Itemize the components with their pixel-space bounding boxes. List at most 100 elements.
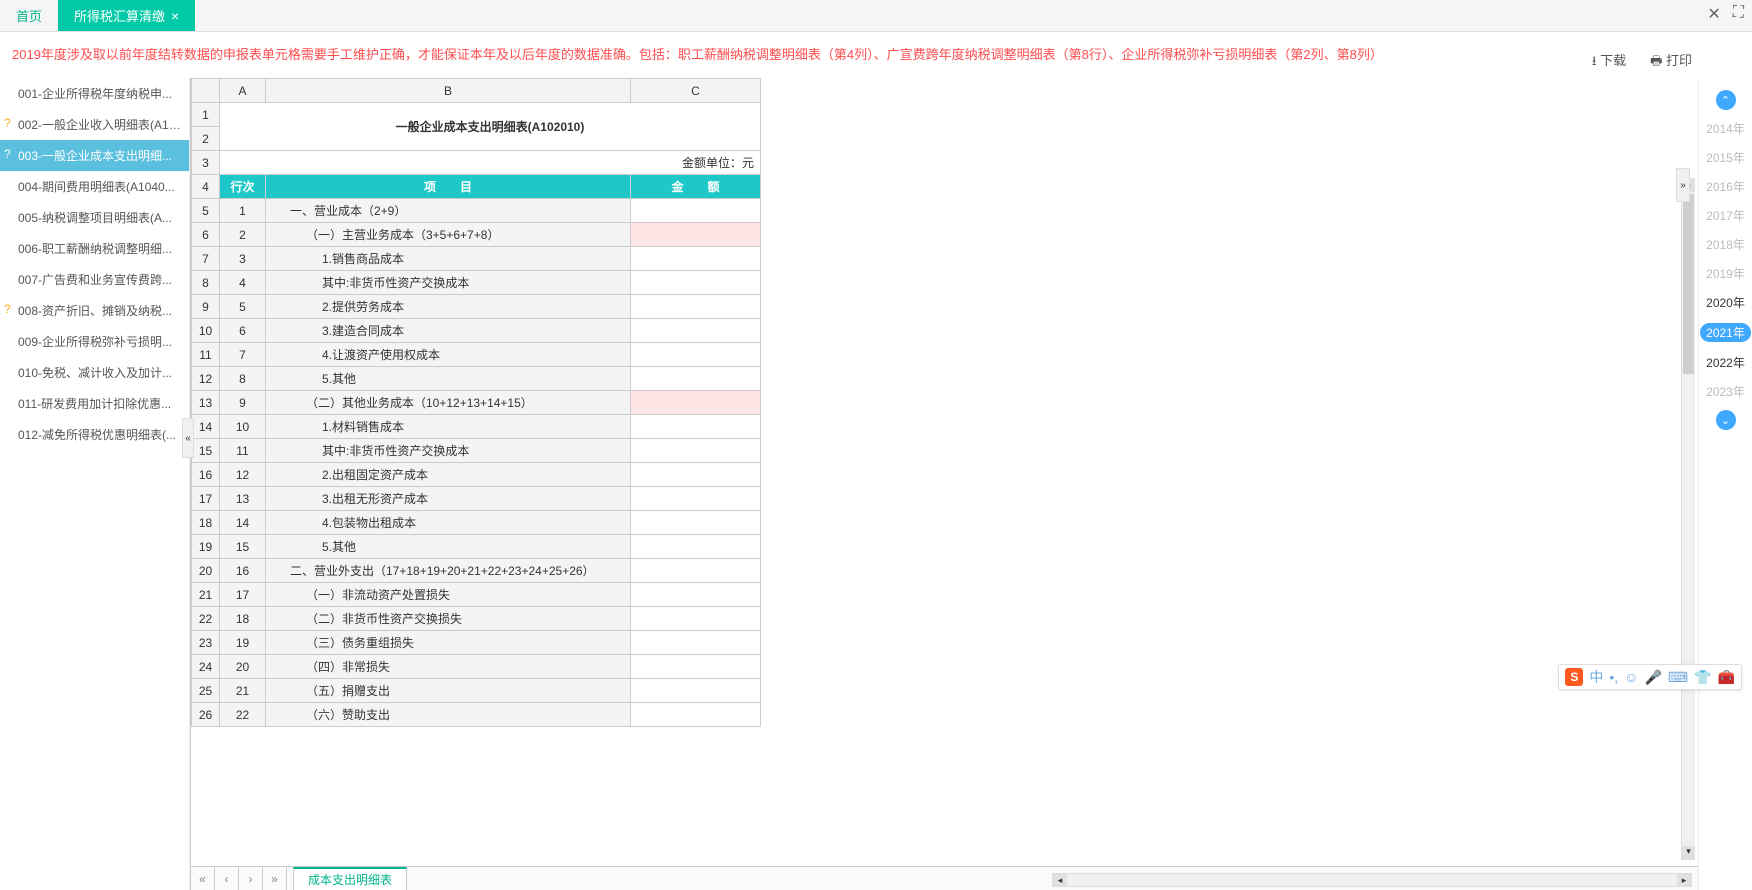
row-header[interactable]: 1 (192, 103, 220, 127)
year-up-icon[interactable]: ⌃ (1716, 90, 1736, 110)
ime-keyboard-icon[interactable]: ⌨ (1668, 669, 1688, 686)
row-header[interactable]: 3 (192, 151, 220, 175)
year-2023年[interactable]: 2023年 (1706, 383, 1745, 400)
row-header[interactable]: 2 (192, 127, 220, 151)
print-button[interactable]: 🖶 打印 (1650, 50, 1692, 72)
ime-emoji-icon[interactable]: ☺ (1624, 669, 1638, 685)
row-header[interactable]: 12 (192, 367, 220, 391)
row-header[interactable]: 11 (192, 343, 220, 367)
row-header[interactable]: 13 (192, 391, 220, 415)
row-header[interactable]: 16 (192, 463, 220, 487)
row-header[interactable]: 26 (192, 703, 220, 727)
year-2016年[interactable]: 2016年 (1706, 178, 1745, 195)
row-header[interactable]: 8 (192, 271, 220, 295)
corner-cell[interactable] (192, 79, 220, 103)
ime-lang[interactable]: 中 (1589, 667, 1603, 687)
sidebar-item-006[interactable]: 006-职工薪酬纳税调整明细... (0, 233, 189, 264)
data-amount[interactable] (631, 559, 761, 583)
col-header-A[interactable]: A (220, 79, 266, 103)
row-header[interactable]: 23 (192, 631, 220, 655)
row-header[interactable]: 7 (192, 247, 220, 271)
col-header-C[interactable]: C (631, 79, 761, 103)
panel-expand-icon[interactable]: » (1676, 168, 1690, 202)
year-2015年[interactable]: 2015年 (1706, 149, 1745, 166)
sheet-nav-last-icon[interactable]: » (263, 867, 287, 890)
year-2014年[interactable]: 2014年 (1706, 120, 1745, 137)
sheet-nav-first-icon[interactable]: « (191, 867, 215, 890)
data-amount[interactable] (631, 631, 761, 655)
data-amount[interactable] (631, 319, 761, 343)
fullscreen-icon[interactable]: ⛶ (1733, 4, 1744, 24)
data-amount[interactable] (631, 343, 761, 367)
tab-home[interactable]: 首页 (0, 0, 58, 31)
scroll-left-icon[interactable]: ◂ (1053, 874, 1067, 886)
spreadsheet[interactable]: A B C 1 一般企业成本支出明细表(A102010) 2 3 金额单位：元 (191, 78, 761, 727)
data-amount[interactable] (631, 511, 761, 535)
sidebar-item-002[interactable]: ?002-一般企业收入明细表(A10... (0, 109, 189, 140)
close-icon[interactable]: × (171, 8, 179, 24)
year-down-icon[interactable]: ⌄ (1716, 410, 1736, 430)
ime-punct-icon[interactable]: •, (1609, 669, 1618, 685)
row-header[interactable]: 24 (192, 655, 220, 679)
row-header[interactable]: 5 (192, 199, 220, 223)
data-amount[interactable] (631, 271, 761, 295)
data-amount[interactable] (631, 367, 761, 391)
row-header[interactable]: 14 (192, 415, 220, 439)
ime-toolbar[interactable]: S 中 •, ☺ 🎤 ⌨ 👕 🧰 (1558, 664, 1742, 690)
year-2019年[interactable]: 2019年 (1706, 265, 1745, 282)
row-header[interactable]: 20 (192, 559, 220, 583)
ime-voice-icon[interactable]: 🎤 (1644, 669, 1661, 686)
sheet-nav-next-icon[interactable]: › (239, 867, 263, 890)
row-header[interactable]: 10 (192, 319, 220, 343)
data-amount[interactable] (631, 295, 761, 319)
year-2020年[interactable]: 2020年 (1706, 294, 1745, 311)
sidebar-item-012[interactable]: 012-减免所得税优惠明细表(... (0, 419, 189, 450)
ime-skin-icon[interactable]: 👕 (1694, 669, 1711, 686)
row-header[interactable]: 25 (192, 679, 220, 703)
data-amount[interactable] (631, 679, 761, 703)
scroll-thumb[interactable] (1683, 194, 1694, 374)
row-header[interactable]: 22 (192, 607, 220, 631)
sheet-tab[interactable]: 成本支出明细表 (293, 867, 407, 890)
data-amount[interactable] (631, 247, 761, 271)
sidebar-item-011[interactable]: 011-研发费用加计扣除优惠... (0, 388, 189, 419)
data-amount[interactable] (631, 223, 761, 247)
sidebar-item-010[interactable]: 010-免税、减计收入及加计... (0, 357, 189, 388)
row-header[interactable]: 17 (192, 487, 220, 511)
row-header[interactable]: 18 (192, 511, 220, 535)
row-header[interactable]: 19 (192, 535, 220, 559)
data-amount[interactable] (631, 607, 761, 631)
row-header[interactable]: 9 (192, 295, 220, 319)
data-amount[interactable] (631, 391, 761, 415)
data-amount[interactable] (631, 415, 761, 439)
data-amount[interactable] (631, 655, 761, 679)
year-2017年[interactable]: 2017年 (1706, 207, 1745, 224)
horizontal-scrollbar[interactable]: ◂ ▸ (1052, 873, 1692, 887)
sidebar-item-004[interactable]: 004-期间费用明细表(A1040... (0, 171, 189, 202)
sidebar-collapse-icon[interactable]: « (182, 418, 194, 458)
row-header[interactable]: 4 (192, 175, 220, 199)
sidebar-item-005[interactable]: 005-纳税调整项目明细表(A... (0, 202, 189, 233)
row-header[interactable]: 15 (192, 439, 220, 463)
window-close-icon[interactable]: ✕ (1707, 4, 1720, 24)
download-button[interactable]: ⭳ 下载 (1592, 50, 1626, 72)
data-amount[interactable] (631, 703, 761, 727)
year-2021年[interactable]: 2021年 (1700, 323, 1751, 342)
sidebar-item-009[interactable]: 009-企业所得税弥补亏损明... (0, 326, 189, 357)
data-amount[interactable] (631, 535, 761, 559)
sidebar-item-003[interactable]: ?003-一般企业成本支出明细... (0, 140, 189, 171)
row-header[interactable]: 6 (192, 223, 220, 247)
scroll-down-icon[interactable]: ▾ (1682, 846, 1695, 860)
data-amount[interactable] (631, 439, 761, 463)
sidebar-item-008[interactable]: ?008-资产折旧、摊销及纳税... (0, 295, 189, 326)
sheet-nav-prev-icon[interactable]: ‹ (215, 867, 239, 890)
data-amount[interactable] (631, 199, 761, 223)
scroll-right-icon[interactable]: ▸ (1677, 874, 1691, 886)
vertical-scrollbar[interactable]: ▴ ▾ (1681, 178, 1695, 860)
ime-toolbox-icon[interactable]: 🧰 (1718, 669, 1735, 686)
col-header-B[interactable]: B (266, 79, 631, 103)
data-amount[interactable] (631, 463, 761, 487)
year-2022年[interactable]: 2022年 (1706, 354, 1745, 371)
data-amount[interactable] (631, 487, 761, 511)
sidebar-item-007[interactable]: 007-广告费和业务宣传费跨... (0, 264, 189, 295)
